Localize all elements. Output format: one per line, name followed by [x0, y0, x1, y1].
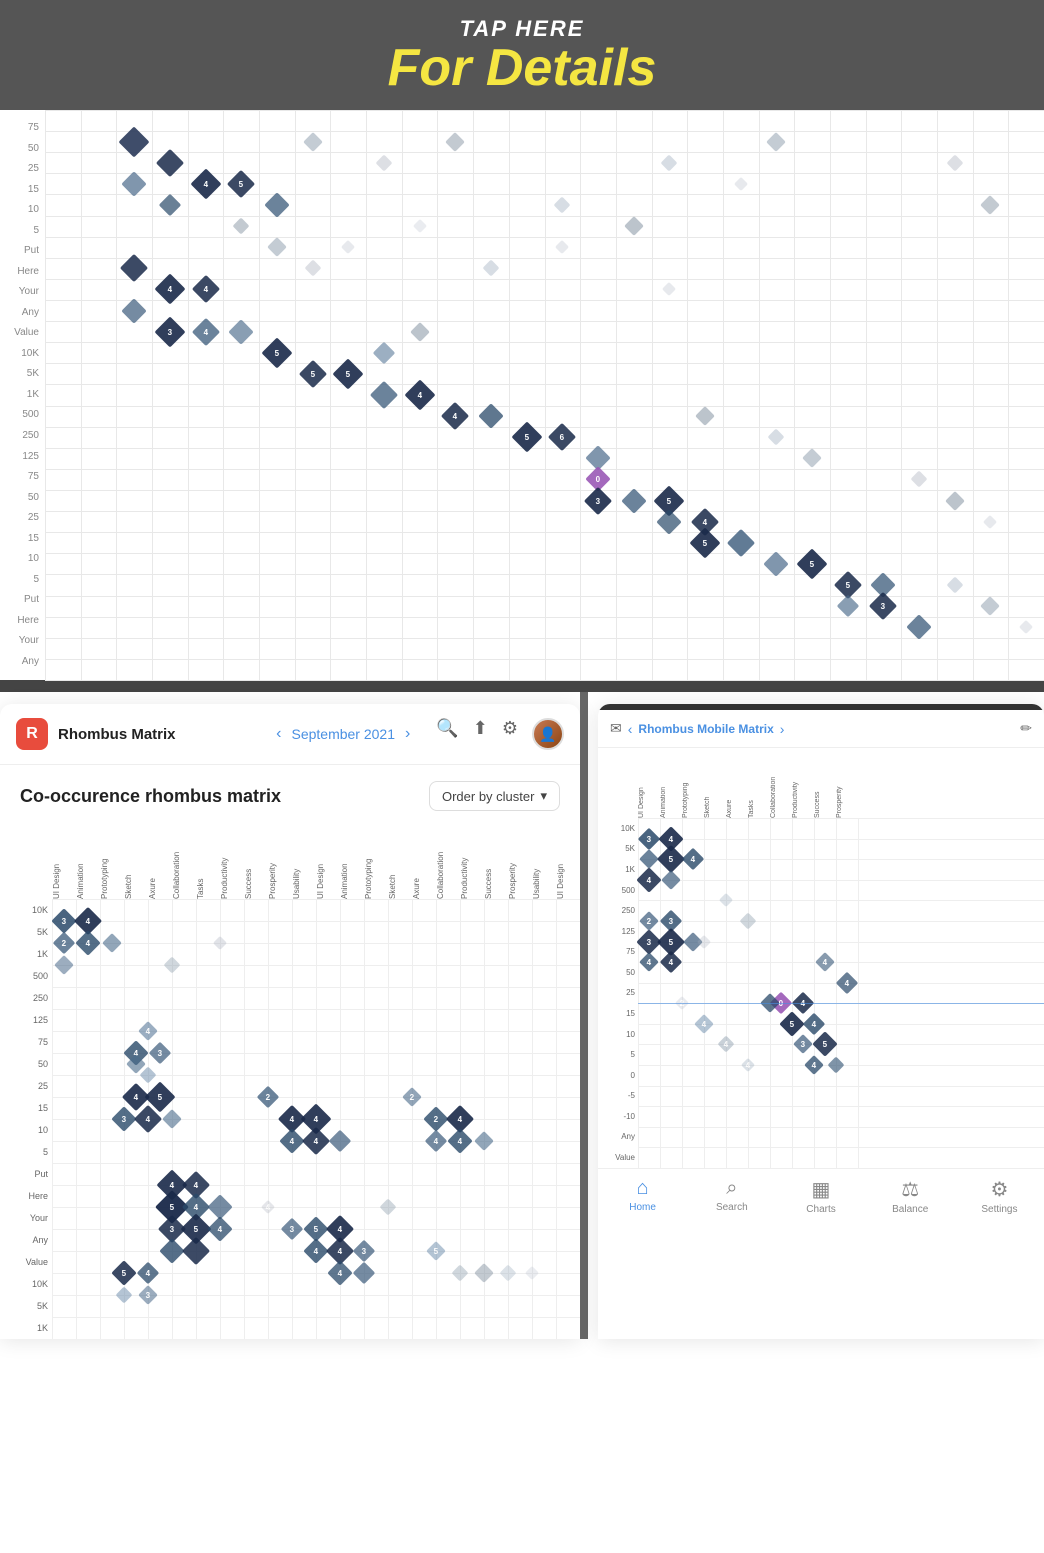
row-labels: 10K5K1K50025012575502515105PutHereYourAn… — [0, 899, 52, 1339]
y-label: 500 — [0, 410, 45, 420]
dropdown-arrow: ▾ — [540, 788, 547, 804]
mobile-nav-settings[interactable]: ⚙ Settings — [955, 1177, 1044, 1215]
charts-nav-icon: ▦ — [812, 1177, 831, 1202]
charts-nav-label: Charts — [806, 1204, 835, 1215]
nav-arrows: ‹ September 2021 › — [270, 723, 416, 745]
y-label: Put — [0, 595, 45, 605]
y-label: 1K — [0, 390, 45, 400]
y-label: 5 — [0, 226, 45, 236]
y-label: 25 — [0, 513, 45, 523]
y-label: 5 — [0, 575, 45, 585]
next-arrow[interactable]: › — [399, 723, 416, 745]
mail-icon: ✉ — [610, 720, 622, 737]
home-icon: ⌂ — [637, 1177, 649, 1200]
y-label: Here — [0, 267, 45, 277]
y-axis-labels: 75 50 25 15 10 5 Put Here Your Any Value… — [0, 110, 45, 680]
left-app-panel: R Rhombus Matrix ‹ September 2021 › 🔍 ⬆ … — [0, 704, 580, 1339]
search-nav-icon: ⌕ — [726, 1177, 737, 1200]
chart-title-bar: Co-occurence rhombus matrix Order by clu… — [0, 765, 580, 819]
balance-nav-label: Balance — [892, 1204, 928, 1215]
mobile-next-arrow[interactable]: › — [780, 721, 785, 737]
col-headers: UI DesignAnimationPrototypingSketchAxure… — [52, 819, 580, 899]
mobile-nav-balance[interactable]: ⚖ Balance — [866, 1177, 955, 1215]
mobile-edit-icon[interactable]: ✏ — [1020, 720, 1032, 737]
mobile-title: Rhombus Mobile Matrix — [638, 722, 773, 736]
top-matrix: 75 50 25 15 10 5 Put Here Your Any Value… — [0, 110, 1044, 680]
mobile-nav-home[interactable]: ⌂ Home — [598, 1177, 687, 1215]
share-icon[interactable]: ⬆ — [473, 718, 488, 750]
right-mobile-panel: ✉ ‹ Rhombus Mobile Matrix › ✏ UI DesignA… — [598, 704, 1044, 1339]
search-nav-label: Search — [716, 1202, 748, 1213]
matrix-cells: 3424443453424444224444454354354443435445 — [52, 899, 580, 1339]
order-select[interactable]: Order by cluster ▾ — [429, 781, 560, 811]
y-label: Any — [0, 657, 45, 667]
y-label: Put — [0, 246, 45, 256]
prev-arrow[interactable]: ‹ — [270, 723, 287, 745]
y-label: 10 — [0, 205, 45, 215]
y-label: 15 — [0, 534, 45, 544]
app-header: R Rhombus Matrix ‹ September 2021 › 🔍 ⬆ … — [0, 704, 580, 765]
nav-date: September 2021 — [291, 726, 395, 742]
mobile-prev-arrow[interactable]: ‹ — [628, 721, 633, 737]
mobile-matrix-viz: UI DesignAnimationPrototypingSketchAxure… — [598, 748, 1044, 1168]
mobile-nav-search[interactable]: ⌕ Search — [687, 1177, 776, 1215]
y-label: Any — [0, 308, 45, 318]
bottom-section: R Rhombus Matrix ‹ September 2021 › 🔍 ⬆ … — [0, 692, 1044, 1339]
y-label: 5K — [0, 369, 45, 379]
settings-nav-label: Settings — [981, 1204, 1017, 1215]
banner[interactable]: TAP HERE For Details — [0, 0, 1044, 110]
divider — [0, 680, 1044, 692]
left-matrix-viz: UI DesignAnimationPrototypingSketchAxure… — [0, 819, 580, 1339]
y-label: 50 — [0, 493, 45, 503]
mobile-cells: 345442335440454354442444 — [638, 818, 1044, 1168]
search-icon[interactable]: 🔍 — [436, 718, 458, 750]
chart-title: Co-occurence rhombus matrix — [20, 786, 281, 807]
y-label: 10 — [0, 554, 45, 564]
y-label: 75 — [0, 472, 45, 482]
y-label: Your — [0, 287, 45, 297]
balance-nav-icon: ⚖ — [901, 1177, 919, 1202]
y-label: 25 — [0, 164, 45, 174]
y-label: 250 — [0, 431, 45, 441]
y-label: 15 — [0, 185, 45, 195]
app-name: Rhombus Matrix — [58, 726, 176, 743]
user-avatar: 👤 — [532, 718, 564, 750]
y-label: Your — [0, 636, 45, 646]
matrix-grid-area: 454434555445603545553 — [45, 110, 1044, 680]
y-label: 75 — [0, 123, 45, 133]
mobile-col-headers: UI DesignAnimationPrototypingSketchAxure… — [638, 748, 1044, 818]
y-label: 50 — [0, 144, 45, 154]
y-label: Here — [0, 616, 45, 626]
y-label: Value — [0, 328, 45, 338]
panels-separator — [580, 692, 588, 1339]
header-icons: 🔍 ⬆ ⚙ 👤 — [436, 718, 564, 750]
y-label: 125 — [0, 452, 45, 462]
mobile-nav-bar: ⌂ Home ⌕ Search ▦ Charts ⚖ Balance ⚙ Set… — [598, 1168, 1044, 1227]
settings-nav-icon: ⚙ — [990, 1177, 1008, 1202]
app-logo: R — [16, 718, 48, 750]
banner-details-text: For Details — [388, 42, 657, 94]
mobile-nav-charts[interactable]: ▦ Charts — [776, 1177, 865, 1215]
order-label: Order by cluster — [442, 789, 534, 804]
home-label: Home — [629, 1202, 656, 1213]
mobile-header: ✉ ‹ Rhombus Mobile Matrix › ✏ — [598, 710, 1044, 748]
mobile-row-labels: 10K5K1K500250125755025151050-5-10AnyValu… — [598, 818, 638, 1168]
y-label: 10K — [0, 349, 45, 359]
settings-icon[interactable]: ⚙ — [502, 718, 518, 750]
